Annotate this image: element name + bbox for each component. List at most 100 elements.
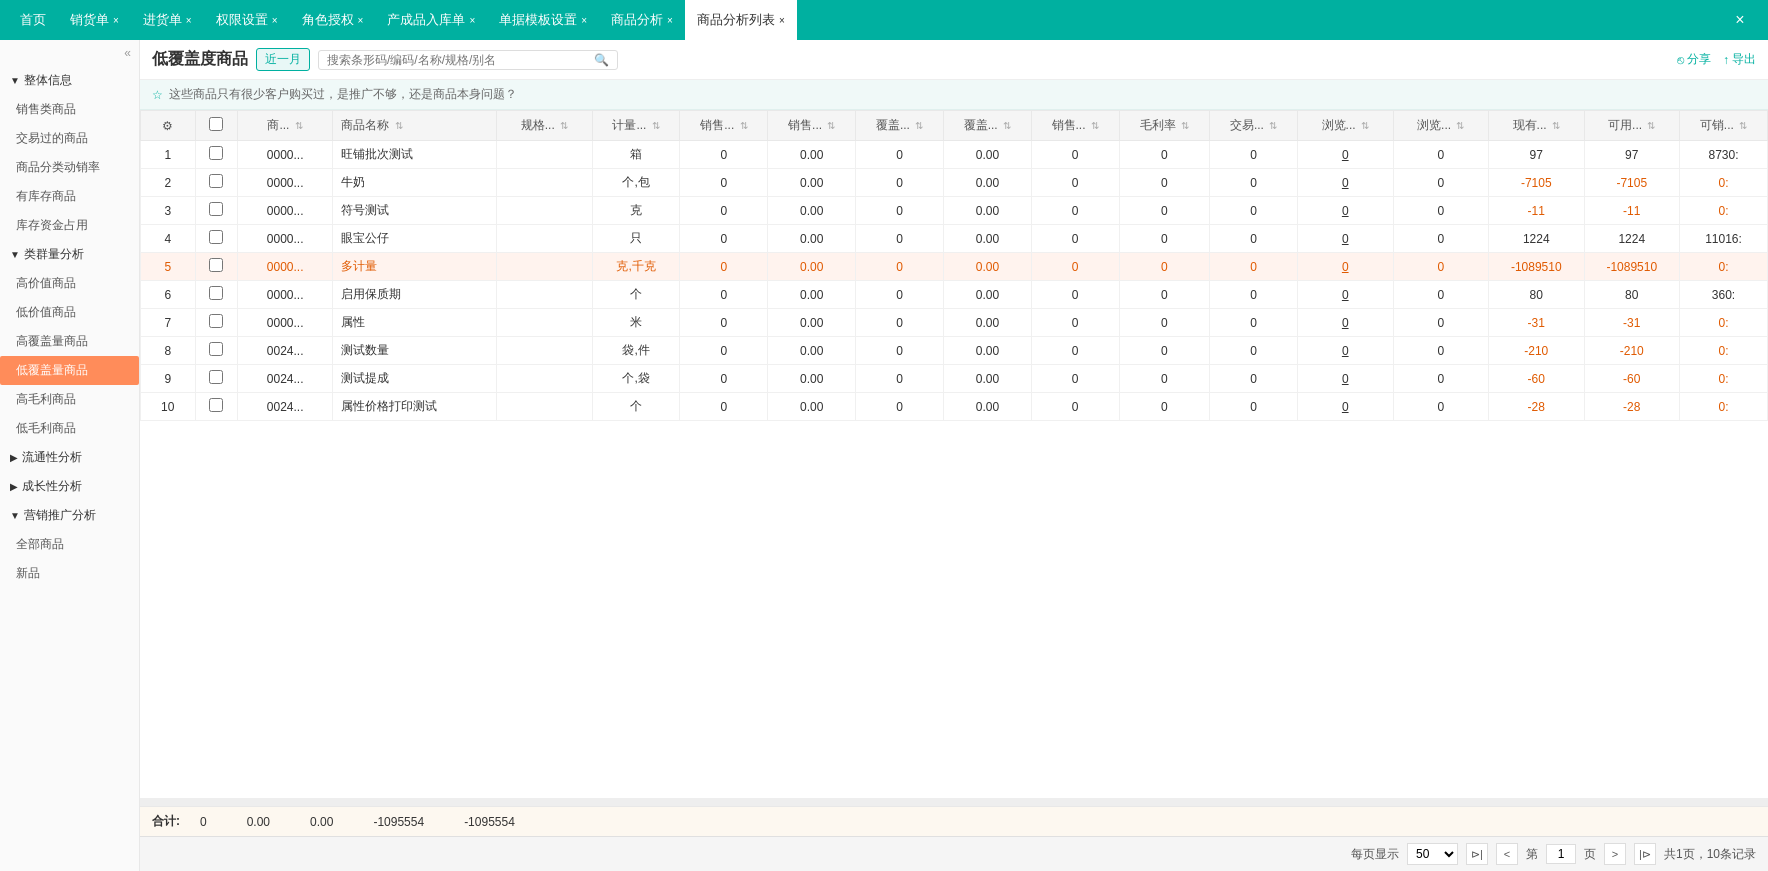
sort-trans-icon[interactable]: ⇅	[1269, 120, 1277, 131]
browse1-link[interactable]: 0	[1342, 204, 1349, 218]
cell-name[interactable]: 测试提成	[333, 365, 497, 393]
cell-browse1[interactable]: 0	[1297, 337, 1393, 365]
sidebar-collapse-button[interactable]: «	[0, 40, 139, 66]
last-page-button[interactable]: |⊳	[1634, 843, 1656, 865]
cell-check[interactable]	[195, 197, 237, 225]
sidebar-group-flow[interactable]: ▶ 流通性分析	[0, 443, 139, 472]
row-checkbox[interactable]	[209, 370, 223, 384]
sidebar-item-all-products[interactable]: 全部商品	[0, 530, 139, 559]
row-checkbox[interactable]	[209, 230, 223, 244]
cell-browse1[interactable]: 0	[1297, 169, 1393, 197]
browse1-link[interactable]: 0	[1342, 344, 1349, 358]
nav-production[interactable]: 产成品入库单 ×	[375, 0, 487, 40]
prev-page-button[interactable]: <	[1496, 843, 1518, 865]
nav-purchase-close[interactable]: ×	[186, 15, 192, 26]
row-checkbox[interactable]	[209, 202, 223, 216]
nav-sales[interactable]: 销货单 ×	[58, 0, 131, 40]
sort-sales1-icon[interactable]: ⇅	[740, 120, 748, 131]
col-header-curr[interactable]: 现有... ⇅	[1489, 111, 1585, 141]
col-header-sales3[interactable]: 销售... ⇅	[1031, 111, 1119, 141]
cell-browse1[interactable]: 0	[1297, 309, 1393, 337]
nav-permission[interactable]: 权限设置 ×	[204, 0, 290, 40]
cell-name[interactable]: 属性	[333, 309, 497, 337]
sort-code-icon[interactable]: ⇅	[295, 120, 303, 131]
col-header-avail[interactable]: 可用... ⇅	[1584, 111, 1680, 141]
col-header-name[interactable]: 商品名称 ⇅	[333, 111, 497, 141]
row-checkbox[interactable]	[209, 398, 223, 412]
nav-analysis-list-close[interactable]: ×	[779, 15, 785, 26]
nav-production-close[interactable]: ×	[469, 15, 475, 26]
sidebar-group-growth[interactable]: ▶ 成长性分析	[0, 472, 139, 501]
cell-browse1[interactable]: 0	[1297, 281, 1393, 309]
col-header-sales2[interactable]: 销售... ⇅	[768, 111, 856, 141]
nav-analysis[interactable]: 商品分析 ×	[599, 0, 685, 40]
export-button[interactable]: ↑ 导出	[1723, 51, 1756, 68]
nav-sales-close[interactable]: ×	[113, 15, 119, 26]
row-checkbox[interactable]	[209, 146, 223, 160]
col-header-cover1[interactable]: 覆盖... ⇅	[856, 111, 944, 141]
sort-cover1-icon[interactable]: ⇅	[915, 120, 923, 131]
sort-sales2-icon[interactable]: ⇅	[827, 120, 835, 131]
sidebar-group-overall[interactable]: ▼ 整体信息	[0, 66, 139, 95]
col-header-gross[interactable]: 毛利率 ⇅	[1119, 111, 1210, 141]
cell-name[interactable]: 眼宝公仔	[333, 225, 497, 253]
sort-avail-icon[interactable]: ⇅	[1647, 120, 1655, 131]
sidebar-item-low-coverage[interactable]: 低覆盖量商品	[0, 356, 139, 385]
nav-template-close[interactable]: ×	[581, 15, 587, 26]
sort-sales3-icon[interactable]: ⇅	[1091, 120, 1099, 131]
cell-check[interactable]	[195, 309, 237, 337]
col-header-spec[interactable]: 规格... ⇅	[497, 111, 593, 141]
sort-unit-icon[interactable]: ⇅	[652, 120, 660, 131]
sort-spec-icon[interactable]: ⇅	[560, 120, 568, 131]
settings-icon[interactable]: ⚙	[162, 119, 173, 133]
cell-name[interactable]: 符号测试	[333, 197, 497, 225]
sidebar-group-category[interactable]: ▼ 类群量分析	[0, 240, 139, 269]
page-size-select[interactable]: 50 10 20 100	[1407, 843, 1458, 865]
sidebar-group-marketing[interactable]: ▼ 营销推广分析	[0, 501, 139, 530]
col-header-browse1[interactable]: 浏览... ⇅	[1297, 111, 1393, 141]
row-checkbox[interactable]	[209, 286, 223, 300]
select-all-checkbox[interactable]	[209, 117, 223, 131]
col-header-browse2[interactable]: 浏览... ⇅	[1393, 111, 1489, 141]
browse1-link[interactable]: 0	[1342, 232, 1349, 246]
cell-browse1[interactable]: 0	[1297, 141, 1393, 169]
col-header-sale[interactable]: 可销... ⇅	[1680, 111, 1768, 141]
cell-check[interactable]	[195, 253, 237, 281]
row-checkbox[interactable]	[209, 342, 223, 356]
sidebar-item-low-value[interactable]: 低价值商品	[0, 298, 139, 327]
cell-browse1[interactable]: 0	[1297, 393, 1393, 421]
sidebar-item-high-gross[interactable]: 高毛利商品	[0, 385, 139, 414]
nav-purchase[interactable]: 进货单 ×	[131, 0, 204, 40]
cell-name[interactable]: 属性价格打印测试	[333, 393, 497, 421]
cell-check[interactable]	[195, 281, 237, 309]
sort-curr-icon[interactable]: ⇅	[1552, 120, 1560, 131]
nav-template[interactable]: 单据模板设置 ×	[487, 0, 599, 40]
row-checkbox[interactable]	[209, 174, 223, 188]
col-header-cover2[interactable]: 覆盖... ⇅	[943, 111, 1031, 141]
cell-browse1[interactable]: 0	[1297, 197, 1393, 225]
search-input[interactable]	[327, 53, 594, 67]
current-page-input[interactable]	[1546, 844, 1576, 864]
browse1-link[interactable]: 0	[1342, 148, 1349, 162]
table-container[interactable]: ⚙ 商... ⇅ 商品名称 ⇅	[140, 110, 1768, 798]
browse1-link[interactable]: 0	[1342, 288, 1349, 302]
nav-home[interactable]: 首页	[8, 0, 58, 40]
cell-name[interactable]: 牛奶	[333, 169, 497, 197]
sidebar-item-traded-products[interactable]: 交易过的商品	[0, 124, 139, 153]
sidebar-item-stock-fund[interactable]: 库存资金占用	[0, 211, 139, 240]
filter-recent-month-button[interactable]: 近一月	[256, 48, 310, 71]
browse1-link[interactable]: 0	[1342, 260, 1349, 274]
nav-role-close[interactable]: ×	[358, 15, 364, 26]
browse1-link[interactable]: 0	[1342, 372, 1349, 386]
window-close-button[interactable]: ×	[1720, 0, 1760, 40]
col-header-trans[interactable]: 交易... ⇅	[1210, 111, 1298, 141]
sort-name-icon[interactable]: ⇅	[395, 120, 403, 131]
sidebar-item-in-stock[interactable]: 有库存商品	[0, 182, 139, 211]
search-box[interactable]: 🔍	[318, 50, 618, 70]
cell-check[interactable]	[195, 225, 237, 253]
cell-name[interactable]: 旺铺批次测试	[333, 141, 497, 169]
cell-check[interactable]	[195, 337, 237, 365]
cell-browse1[interactable]: 0	[1297, 253, 1393, 281]
sidebar-item-high-value[interactable]: 高价值商品	[0, 269, 139, 298]
row-checkbox[interactable]	[209, 258, 223, 272]
